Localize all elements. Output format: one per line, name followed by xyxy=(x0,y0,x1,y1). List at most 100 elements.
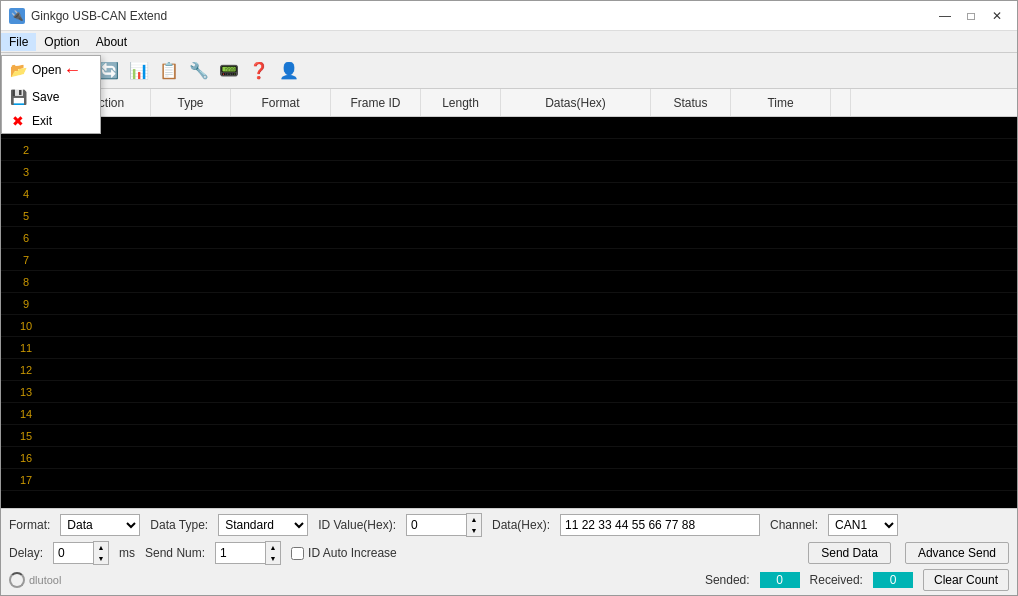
channel-select[interactable]: CAN1 CAN2 xyxy=(828,514,898,536)
toolbar-table-btn[interactable]: 📋 xyxy=(155,57,183,85)
id-auto-increase-label: ID Auto Increase xyxy=(308,546,397,560)
table-row: 12 xyxy=(1,359,1017,381)
table-row: 10 xyxy=(1,315,1017,337)
cell-index: 13 xyxy=(1,386,51,398)
format-label: Format: xyxy=(9,518,50,532)
cell-index: 15 xyxy=(1,430,51,442)
exit-icon: ✖ xyxy=(10,113,26,129)
col-format: Format xyxy=(231,89,331,116)
save-icon: 💾 xyxy=(10,89,26,105)
toolbar-user-btn[interactable]: 👤 xyxy=(275,57,303,85)
menu-bar: File 📂 Open ← 💾 Save ✖ Exit Op xyxy=(1,31,1017,53)
menu-save[interactable]: 💾 Save xyxy=(2,85,100,109)
arrow-indicator: ← xyxy=(63,60,81,81)
bottom-row-2: Delay: ▲ ▼ ms Send Num: ▲ ▼ ID Auto Incr xyxy=(9,541,1009,565)
delay-spinner-btns: ▲ ▼ xyxy=(93,541,109,565)
cell-index: 10 xyxy=(1,320,51,332)
id-auto-increase-checkbox[interactable] xyxy=(291,547,304,560)
cell-index: 17 xyxy=(1,474,51,486)
send-data-button[interactable]: Send Data xyxy=(808,542,891,564)
cell-index: 4 xyxy=(1,188,51,200)
table-row: 5 xyxy=(1,205,1017,227)
format-select[interactable]: Data Remote xyxy=(60,514,140,536)
delay-up-btn[interactable]: ▲ xyxy=(94,542,108,553)
cell-index: 7 xyxy=(1,254,51,266)
delay-input[interactable] xyxy=(53,542,93,564)
title-bar: 🔌 Ginkgo USB-CAN Extend — □ ✕ xyxy=(1,1,1017,31)
table-row: 4 xyxy=(1,183,1017,205)
menu-exit[interactable]: ✖ Exit xyxy=(2,109,100,133)
menu-option[interactable]: Option xyxy=(36,31,87,52)
loading-icon xyxy=(9,572,25,588)
content-area: Index Direction Type Format Frame ID Len… xyxy=(1,89,1017,508)
cell-index: 8 xyxy=(1,276,51,288)
cell-index: 14 xyxy=(1,408,51,420)
table-header: Index Direction Type Format Frame ID Len… xyxy=(1,89,1017,117)
table-row: 16 xyxy=(1,447,1017,469)
close-button[interactable]: ✕ xyxy=(985,6,1009,26)
menu-about[interactable]: About xyxy=(88,31,135,52)
toolbar-device-btn[interactable]: 📟 xyxy=(215,57,243,85)
cell-index: 12 xyxy=(1,364,51,376)
send-num-down-btn[interactable]: ▼ xyxy=(266,553,280,564)
watermark-text: dlutool xyxy=(29,574,61,586)
id-value-spinner: ▲ ▼ xyxy=(406,513,482,537)
received-value: 0 xyxy=(873,572,913,588)
table-row: 1 xyxy=(1,117,1017,139)
sended-label: Sended: xyxy=(705,573,750,587)
app-icon: 🔌 xyxy=(9,8,25,24)
send-num-label: Send Num: xyxy=(145,546,205,560)
file-menu-wrap: File 📂 Open ← 💾 Save ✖ Exit xyxy=(1,33,36,51)
id-value-label: ID Value(Hex): xyxy=(318,518,396,532)
menu-open[interactable]: 📂 Open ← xyxy=(2,56,100,85)
send-num-spinner: ▲ ▼ xyxy=(215,541,281,565)
data-type-select[interactable]: Standard Extended xyxy=(218,514,308,536)
table-row: 11 xyxy=(1,337,1017,359)
table-row: 6 xyxy=(1,227,1017,249)
send-num-input[interactable] xyxy=(215,542,265,564)
col-scroll xyxy=(831,89,851,116)
delay-down-btn[interactable]: ▼ xyxy=(94,553,108,564)
toolbar-filter-btn[interactable]: 🔧 xyxy=(185,57,213,85)
maximize-button[interactable]: □ xyxy=(959,6,983,26)
table-row: 3 xyxy=(1,161,1017,183)
send-num-up-btn[interactable]: ▲ xyxy=(266,542,280,553)
toolbar-chart-btn[interactable]: 📊 xyxy=(125,57,153,85)
cell-index: 9 xyxy=(1,298,51,310)
toolbar-help-btn[interactable]: ❓ xyxy=(245,57,273,85)
clear-count-button[interactable]: Clear Count xyxy=(923,569,1009,591)
data-hex-input[interactable] xyxy=(560,514,760,536)
advance-send-button[interactable]: Advance Send xyxy=(905,542,1009,564)
cell-index: 5 xyxy=(1,210,51,222)
col-frameid: Frame ID xyxy=(331,89,421,116)
data-type-label: Data Type: xyxy=(150,518,208,532)
main-window: 🔌 Ginkgo USB-CAN Extend — □ ✕ File 📂 Ope… xyxy=(0,0,1018,596)
id-value-down-btn[interactable]: ▼ xyxy=(467,525,481,536)
table-row: 2 xyxy=(1,139,1017,161)
title-controls: — □ ✕ xyxy=(933,6,1009,26)
received-label: Received: xyxy=(810,573,863,587)
cell-index: 2 xyxy=(1,144,51,156)
col-type: Type xyxy=(151,89,231,116)
bottom-panel: Format: Data Remote Data Type: Standard … xyxy=(1,508,1017,595)
sended-value: 0 xyxy=(760,572,800,588)
id-auto-increase-wrap: ID Auto Increase xyxy=(291,546,397,560)
table-body[interactable]: 1 2 3 xyxy=(1,117,1017,508)
cell-index: 6 xyxy=(1,232,51,244)
delay-spinner: ▲ ▼ xyxy=(53,541,109,565)
table-row: 9 xyxy=(1,293,1017,315)
channel-label: Channel: xyxy=(770,518,818,532)
menu-file[interactable]: File xyxy=(1,33,36,51)
table-row: 17 xyxy=(1,469,1017,491)
table-row: 8 xyxy=(1,271,1017,293)
file-dropdown-menu: 📂 Open ← 💾 Save ✖ Exit xyxy=(1,55,101,134)
table-row: 14 xyxy=(1,403,1017,425)
table-row: 15 xyxy=(1,425,1017,447)
minimize-button[interactable]: — xyxy=(933,6,957,26)
id-value-up-btn[interactable]: ▲ xyxy=(467,514,481,525)
window-title: Ginkgo USB-CAN Extend xyxy=(31,9,167,23)
open-icon: 📂 xyxy=(10,62,26,78)
delay-label: Delay: xyxy=(9,546,43,560)
send-num-spinner-btns: ▲ ▼ xyxy=(265,541,281,565)
id-value-input[interactable] xyxy=(406,514,466,536)
